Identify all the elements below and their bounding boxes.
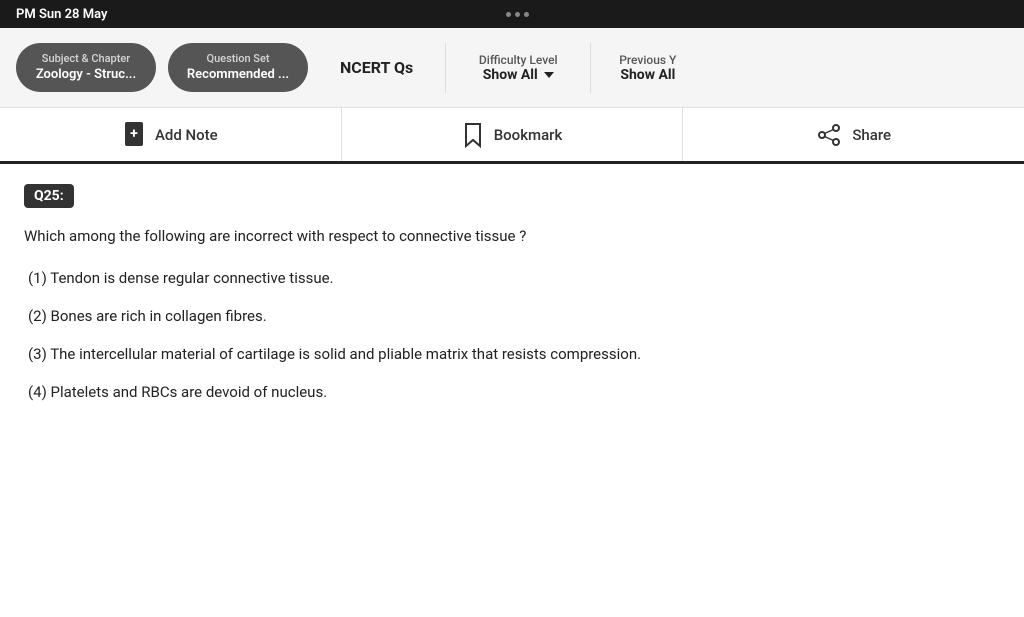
bookmark-icon: [462, 122, 484, 148]
share-label: Share: [852, 126, 891, 144]
status-bar-dots: [506, 12, 529, 17]
previous-year-filter[interactable]: Previous Y Show All: [603, 45, 692, 91]
option-1[interactable]: (1) Tendon is dense regular connective t…: [24, 266, 1000, 290]
option-4[interactable]: (4) Platelets and RBCs are devoid of nuc…: [24, 380, 1000, 404]
status-bar-left: PM Sun 28 May: [16, 7, 107, 22]
dot-3: [524, 12, 529, 17]
ncert-label: NCERT Qs: [340, 58, 413, 77]
bookmark-label: Bookmark: [494, 126, 563, 144]
previous-value: Show All: [620, 67, 675, 83]
difficulty-value: Show All: [483, 67, 554, 83]
question-set-filter[interactable]: Question Set Recommended ...: [168, 43, 308, 93]
status-bar: PM Sun 28 May: [0, 0, 1024, 28]
subject-chapter-label: Subject & Chapter: [42, 51, 130, 66]
filter-bar: Subject & Chapter Zoology - Struc... Que…: [0, 28, 1024, 108]
filter-divider-1: [445, 43, 446, 93]
question-set-label: Question Set: [206, 51, 269, 66]
share-button[interactable]: Share: [683, 108, 1024, 161]
dot-2: [515, 12, 520, 17]
question-text: Which among the following are incorrect …: [24, 224, 1000, 248]
subject-chapter-value: Zoology - Struc...: [36, 66, 136, 84]
share-icon: [816, 124, 842, 146]
status-time: PM Sun 28 May: [16, 7, 107, 22]
svg-text:+: +: [130, 126, 138, 142]
question-number-badge: Q25:: [24, 184, 74, 208]
dot-1: [506, 12, 511, 17]
subject-chapter-filter[interactable]: Subject & Chapter Zoology - Struc...: [16, 43, 156, 93]
add-note-label: Add Note: [155, 126, 218, 144]
add-note-button[interactable]: + Add Note: [0, 108, 342, 161]
difficulty-filter[interactable]: Difficulty Level Show All: [458, 45, 578, 91]
difficulty-chevron-icon: [544, 72, 554, 78]
filter-divider-2: [590, 43, 591, 93]
add-note-icon: +: [123, 122, 145, 148]
ncert-filter[interactable]: NCERT Qs: [320, 50, 433, 85]
option-3[interactable]: (3) The intercellular material of cartil…: [24, 342, 1000, 366]
bookmark-button[interactable]: Bookmark: [342, 108, 684, 161]
option-2[interactable]: (2) Bones are rich in collagen fibres.: [24, 304, 1000, 328]
previous-label: Previous Y: [619, 53, 676, 67]
difficulty-label: Difficulty Level: [479, 53, 558, 67]
main-content: Q25: Which among the following are incor…: [0, 164, 1024, 617]
question-set-value: Recommended ...: [187, 66, 289, 84]
toolbar: + Add Note Bookmark Share: [0, 108, 1024, 164]
